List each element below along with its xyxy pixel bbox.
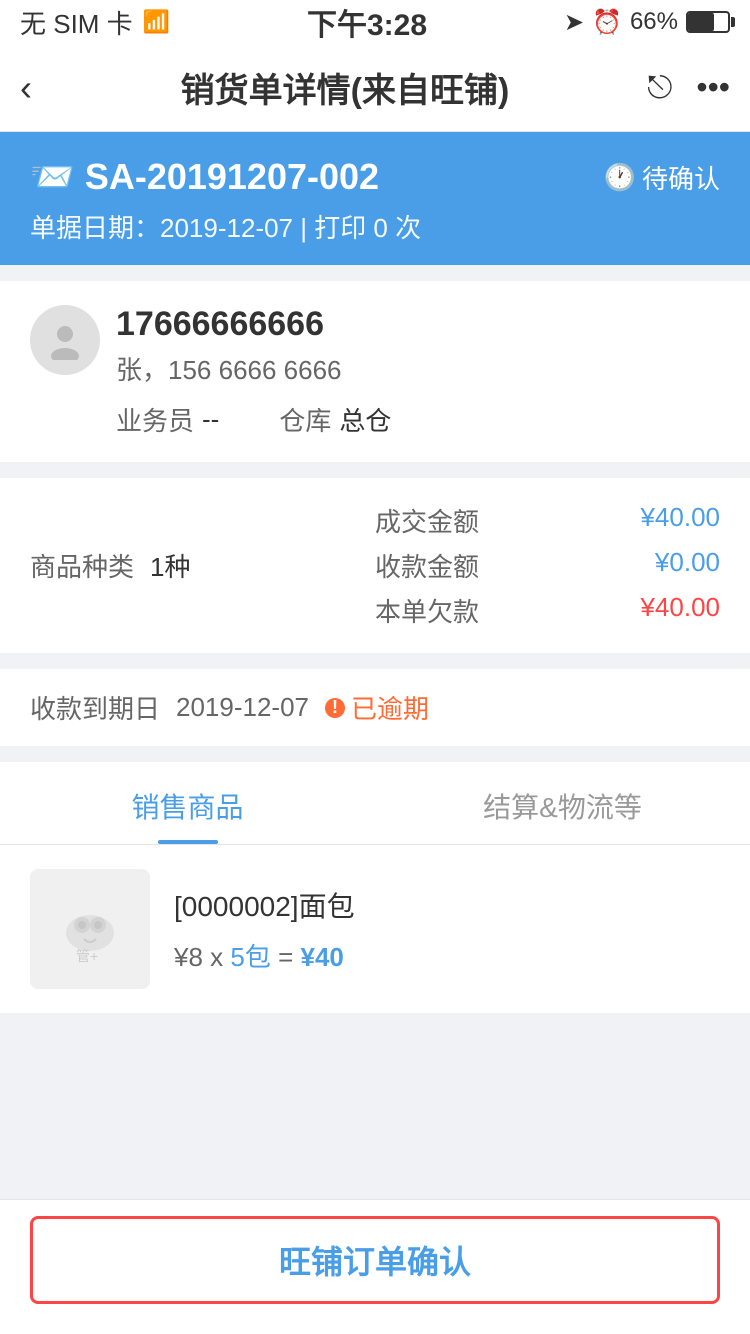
location-icon: ➤ (564, 8, 584, 37)
price-base: ¥8 x (174, 942, 230, 972)
payment-value: ¥0.00 (655, 547, 720, 584)
customer-info: 17666666666 张，156 6666 6666 业务员 -- 仓库 总仓 (116, 305, 720, 438)
nav-actions: ⎋ ••• (610, 69, 730, 107)
overdue-badge: ! 已逾期 (325, 689, 429, 726)
sales-meta: 业务员 -- (116, 401, 219, 438)
customer-meta: 业务员 -- 仓库 总仓 (116, 401, 720, 438)
order-header-top: 📨 SA-20191207-002 🕐 待确认 (30, 156, 720, 198)
product-info: [0000002]面包 ¥8 x 5包 = ¥40 (174, 885, 720, 974)
type-label: 商品种类 (30, 547, 134, 584)
share-icon[interactable]: ⎋ (647, 69, 672, 107)
more-icon[interactable]: ••• (696, 69, 730, 106)
battery-percentage: 66% (630, 8, 678, 36)
sales-label: 业务员 (116, 401, 194, 438)
status-right: ➤ ⏰ 66% (564, 8, 730, 37)
customer-avatar (30, 305, 100, 375)
time-display: 下午3:28 (307, 0, 427, 44)
tabs-bar: 销售商品 结算&物流等 (0, 762, 750, 845)
inbox-icon: 📨 (30, 156, 75, 198)
summary-section: 商品种类 1种 成交金额 ¥40.00 收款金额 ¥0.00 本单欠款 ¥40.… (0, 478, 750, 653)
order-date: 单据日期：2019-12-07 | 打印 0 次 (30, 208, 720, 245)
amounts-section: 成交金额 ¥40.00 收款金额 ¥0.00 本单欠款 ¥40.00 (375, 502, 720, 629)
owed-value: ¥40.00 (640, 592, 720, 629)
transaction-value: ¥40.00 (640, 502, 720, 539)
transaction-label: 成交金额 (375, 502, 479, 539)
order-id: 📨 SA-20191207-002 (30, 156, 379, 198)
status-bar: 无 SIM 卡 📶 下午3:28 ➤ ⏰ 66% (0, 0, 750, 44)
bottom-bar: 旺铺订单确认 (0, 1199, 750, 1334)
overdue-icon: ! (325, 698, 345, 718)
product-item: 管+ [0000002]面包 ¥8 x 5包 = ¥40 (0, 845, 750, 1013)
due-date-section: 收款到期日 2019-12-07 ! 已逾期 (0, 669, 750, 746)
back-button[interactable]: ‹ (20, 67, 80, 109)
payment-label: 收款金额 (375, 547, 479, 584)
carrier-label: 无 SIM 卡 (20, 4, 133, 41)
battery-icon (686, 11, 730, 33)
page-title: 销货单详情(来自旺铺) (80, 63, 610, 112)
price-equals: = (271, 942, 301, 972)
tab-settlement[interactable]: 结算&物流等 (375, 762, 750, 844)
due-date-label: 收款到期日 (30, 689, 160, 726)
customer-card: 17666666666 张，156 6666 6666 业务员 -- 仓库 总仓 (0, 281, 750, 462)
product-name: [0000002]面包 (174, 885, 720, 925)
type-value: 1种 (150, 547, 190, 584)
product-price: ¥8 x 5包 = ¥40 (174, 937, 720, 974)
order-status: 🕐 待确认 (604, 159, 720, 196)
clock-icon: 🕐 (604, 162, 636, 193)
overdue-text: 已逾期 (351, 689, 429, 726)
customer-phone: 17666666666 (116, 305, 720, 344)
warehouse-value: 总仓 (339, 401, 391, 438)
status-left: 无 SIM 卡 📶 (20, 4, 170, 41)
product-thumbnail: 管+ (30, 869, 150, 989)
wifi-icon: 📶 (143, 9, 170, 35)
price-qty: 5包 (230, 942, 270, 972)
owed-label: 本单欠款 (375, 592, 479, 629)
nav-bar: ‹ 销货单详情(来自旺铺) ⎋ ••• (0, 44, 750, 132)
product-type-section: 商品种类 1种 (30, 502, 375, 629)
price-total: ¥40 (300, 942, 343, 972)
tab-products[interactable]: 销售商品 (0, 762, 375, 844)
warehouse-label: 仓库 (279, 401, 331, 438)
customer-name: 张，156 6666 6666 (116, 350, 720, 387)
svg-text:管+: 管+ (76, 948, 98, 964)
order-header: 📨 SA-20191207-002 🕐 待确认 单据日期：2019-12-07 … (0, 132, 750, 265)
alarm-icon: ⏰ (592, 8, 622, 37)
due-date-value: 2019-12-07 (176, 692, 309, 723)
tabs-section: 销售商品 结算&物流等 管+ [0000002]面包 ¥8 x 5包 = ¥40 (0, 762, 750, 1013)
warehouse-meta: 仓库 总仓 (279, 401, 391, 438)
customer-section: 17666666666 张，156 6666 6666 业务员 -- 仓库 总仓 (30, 305, 720, 438)
sales-value: -- (202, 404, 219, 435)
confirm-order-button[interactable]: 旺铺订单确认 (30, 1216, 720, 1304)
payment-row: 收款金额 ¥0.00 (375, 547, 720, 584)
transaction-row: 成交金额 ¥40.00 (375, 502, 720, 539)
owed-row: 本单欠款 ¥40.00 (375, 592, 720, 629)
